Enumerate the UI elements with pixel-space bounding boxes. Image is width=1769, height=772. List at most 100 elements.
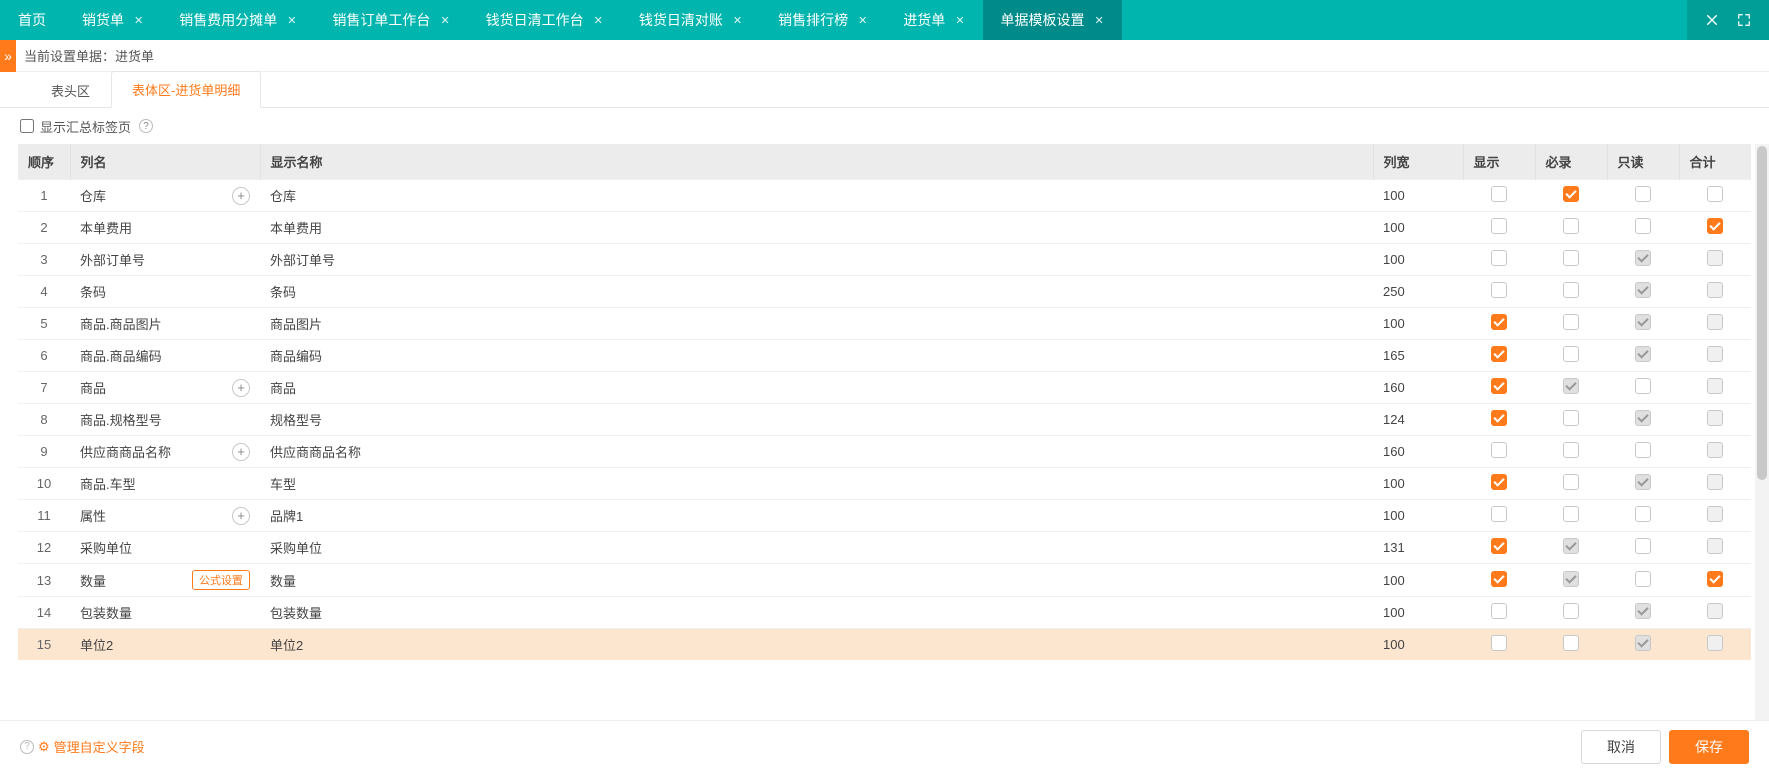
add-child-field-icon[interactable]: +	[232, 507, 250, 525]
checkbox-required[interactable]	[1563, 282, 1579, 298]
checkbox-required[interactable]	[1563, 603, 1579, 619]
checkbox-required[interactable]	[1563, 506, 1579, 522]
table-row[interactable]: 8商品.规格型号规格型号124	[18, 404, 1751, 436]
cell-width[interactable]: 160	[1373, 436, 1463, 468]
table-row[interactable]: 2本单费用本单费用100	[18, 212, 1751, 244]
top-tab-4[interactable]: 钱货日清工作台✕	[468, 0, 621, 40]
table-row[interactable]: 11属性+品牌1100	[18, 500, 1751, 532]
top-tab-8[interactable]: 单据模板设置✕	[983, 0, 1122, 40]
cell-display[interactable]: 条码	[260, 276, 1373, 308]
cell-display[interactable]: 包装数量	[260, 597, 1373, 629]
cell-display[interactable]: 品牌1	[260, 500, 1373, 532]
table-row[interactable]: 12采购单位采购单位131	[18, 532, 1751, 564]
cell-width[interactable]: 165	[1373, 340, 1463, 372]
table-row[interactable]: 7商品+商品160	[18, 372, 1751, 404]
table-row[interactable]: 15单位2单位2100	[18, 629, 1751, 661]
cell-width[interactable]: 100	[1373, 308, 1463, 340]
close-icon[interactable]: ✕	[438, 14, 449, 27]
add-child-field-icon[interactable]: +	[232, 379, 250, 397]
checkbox-readonly[interactable]	[1635, 571, 1651, 587]
table-row[interactable]: 1仓库+仓库100	[18, 180, 1751, 212]
checkbox-show[interactable]	[1491, 635, 1507, 651]
fullscreen-icon[interactable]	[1737, 13, 1751, 27]
cell-display[interactable]: 数量	[260, 564, 1373, 597]
table-row[interactable]: 14包装数量包装数量100	[18, 597, 1751, 629]
sub-tab-1[interactable]: 表体区-进货单明细	[111, 71, 261, 108]
cell-display[interactable]: 单位2	[260, 629, 1373, 661]
checkbox-required[interactable]	[1563, 635, 1579, 651]
gear-icon[interactable]: ⚙	[38, 739, 50, 755]
checkbox-show[interactable]	[1491, 346, 1507, 362]
table-row[interactable]: 4条码条码250	[18, 276, 1751, 308]
show-summary-tab-checkbox[interactable]	[20, 119, 34, 133]
checkbox-readonly[interactable]	[1635, 378, 1651, 394]
checkbox-required[interactable]	[1563, 250, 1579, 266]
cell-display[interactable]: 车型	[260, 468, 1373, 500]
checkbox-show[interactable]	[1491, 474, 1507, 490]
cell-width[interactable]: 160	[1373, 372, 1463, 404]
checkbox-show[interactable]	[1491, 571, 1507, 587]
cell-display[interactable]: 采购单位	[260, 532, 1373, 564]
cell-display[interactable]: 仓库	[260, 180, 1373, 212]
checkbox-show[interactable]	[1491, 314, 1507, 330]
sub-tab-0[interactable]: 表头区	[30, 72, 111, 108]
cell-display[interactable]: 本单费用	[260, 212, 1373, 244]
close-all-tabs-icon[interactable]	[1705, 13, 1719, 27]
checkbox-show[interactable]	[1491, 282, 1507, 298]
table-row[interactable]: 6商品.商品编码商品编码165	[18, 340, 1751, 372]
table-row[interactable]: 10商品.车型车型100	[18, 468, 1751, 500]
checkbox-show[interactable]	[1491, 250, 1507, 266]
checkbox-readonly[interactable]	[1635, 218, 1651, 234]
help-icon[interactable]: ?	[20, 740, 34, 754]
checkbox-readonly[interactable]	[1635, 442, 1651, 458]
checkbox-required[interactable]	[1563, 474, 1579, 490]
checkbox-show[interactable]	[1491, 442, 1507, 458]
close-icon[interactable]: ✕	[1093, 14, 1104, 27]
add-child-field-icon[interactable]: +	[232, 443, 250, 461]
top-tab-6[interactable]: 销售排行榜✕	[760, 0, 885, 40]
cell-width[interactable]: 100	[1373, 564, 1463, 597]
checkbox-show[interactable]	[1491, 378, 1507, 394]
checkbox-show[interactable]	[1491, 186, 1507, 202]
checkbox-show[interactable]	[1491, 538, 1507, 554]
checkbox-required[interactable]	[1563, 346, 1579, 362]
checkbox-total[interactable]	[1707, 218, 1723, 234]
cell-width[interactable]: 131	[1373, 532, 1463, 564]
checkbox-show[interactable]	[1491, 506, 1507, 522]
show-summary-tab-toggle[interactable]: 显示汇总标签页	[20, 117, 131, 136]
cell-width[interactable]: 100	[1373, 629, 1463, 661]
checkbox-show[interactable]	[1491, 410, 1507, 426]
cell-display[interactable]: 规格型号	[260, 404, 1373, 436]
checkbox-show[interactable]	[1491, 603, 1507, 619]
cell-width[interactable]: 100	[1373, 500, 1463, 532]
table-row[interactable]: 3外部订单号外部订单号100	[18, 244, 1751, 276]
close-icon[interactable]: ✕	[132, 14, 143, 27]
close-icon[interactable]: ✕	[592, 14, 603, 27]
cell-width[interactable]: 100	[1373, 244, 1463, 276]
checkbox-required[interactable]	[1563, 314, 1579, 330]
table-row[interactable]: 5商品.商品图片商品图片100	[18, 308, 1751, 340]
checkbox-required[interactable]	[1563, 442, 1579, 458]
scrollbar-thumb[interactable]	[1757, 146, 1767, 480]
close-icon[interactable]: ✕	[285, 14, 296, 27]
cell-display[interactable]: 商品编码	[260, 340, 1373, 372]
manage-custom-fields-link[interactable]: 管理自定义字段	[54, 737, 145, 756]
collapse-handle-icon[interactable]	[0, 40, 16, 72]
vertical-scrollbar[interactable]	[1755, 144, 1769, 720]
close-icon[interactable]: ✕	[856, 14, 867, 27]
formula-tag[interactable]: 公式设置	[192, 570, 250, 590]
cell-width[interactable]: 250	[1373, 276, 1463, 308]
top-tab-5[interactable]: 钱货日清对账✕	[621, 0, 760, 40]
close-icon[interactable]: ✕	[953, 14, 964, 27]
checkbox-show[interactable]	[1491, 218, 1507, 234]
table-row[interactable]: 9供应商商品名称+供应商商品名称160	[18, 436, 1751, 468]
cell-width[interactable]: 100	[1373, 212, 1463, 244]
cell-display[interactable]: 外部订单号	[260, 244, 1373, 276]
checkbox-readonly[interactable]	[1635, 506, 1651, 522]
cancel-button[interactable]: 取消	[1581, 730, 1661, 764]
cell-display[interactable]: 供应商商品名称	[260, 436, 1373, 468]
top-tab-0[interactable]: 首页	[0, 0, 64, 40]
cell-display[interactable]: 商品	[260, 372, 1373, 404]
add-child-field-icon[interactable]: +	[232, 187, 250, 205]
table-row[interactable]: 13数量 公式设置数量100	[18, 564, 1751, 597]
